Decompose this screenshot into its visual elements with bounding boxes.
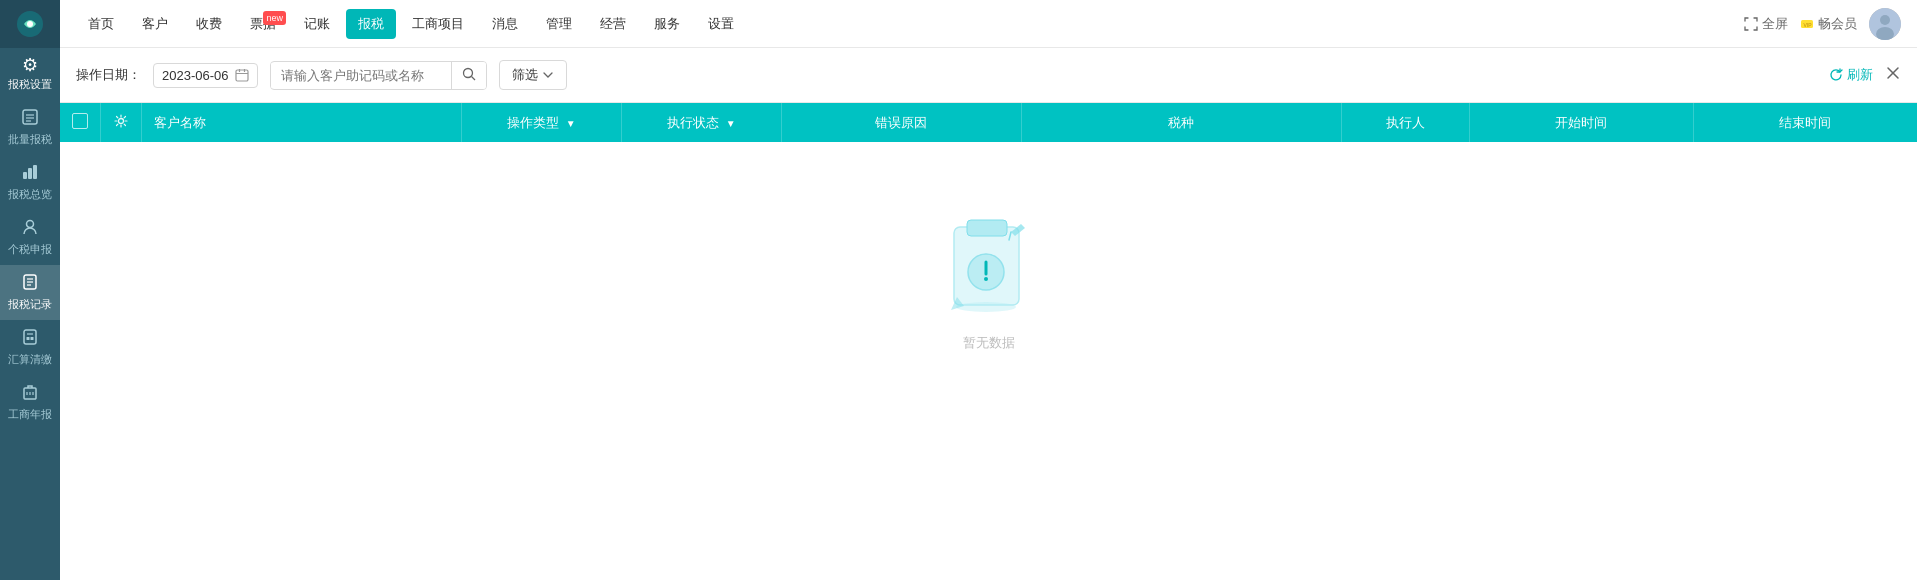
table-body: 暂无数据 (60, 142, 1917, 412)
nav-item-shezhi[interactable]: 设置 (696, 9, 746, 39)
filter-button[interactable]: 筛选 (499, 60, 567, 90)
sidebar-logo (0, 0, 60, 48)
nav-item-shoufei[interactable]: 收费 (184, 9, 234, 39)
table-header-row: 客户名称 操作类型 ▼ 执行状态 ▼ 错误原因 税种 执行人 开始时间 (60, 103, 1917, 142)
column-settings-icon (113, 113, 129, 129)
toolbar: 操作日期： 2023-06-06 (60, 48, 1917, 103)
sidebar-item-huisuan-jiaona[interactable]: 汇算清缴 (0, 320, 60, 375)
nav-item-piaoju[interactable]: 票据 new (238, 9, 288, 39)
vip-button[interactable]: VIP 畅会员 (1800, 15, 1857, 33)
avatar[interactable] (1869, 8, 1901, 40)
select-all-checkbox[interactable] (72, 113, 88, 129)
search-icon (462, 67, 476, 81)
sidebar-item-geshui-shenbao[interactable]: 个税申报 (0, 210, 60, 265)
avatar-image (1869, 8, 1901, 40)
th-start-time: 开始时间 (1469, 103, 1693, 142)
svg-rect-8 (33, 165, 37, 179)
th-error-reason: 错误原因 (781, 103, 1021, 142)
svg-point-42 (956, 302, 1016, 312)
svg-point-40 (984, 277, 988, 281)
nav-item-gongshang-xiangmu[interactable]: 工商项目 (400, 9, 476, 39)
building-icon (21, 383, 39, 404)
nav-item-guanli[interactable]: 管理 (534, 9, 584, 39)
empty-cell: 暂无数据 (60, 142, 1917, 412)
nav-item-jingying[interactable]: 经营 (588, 9, 638, 39)
search-box (270, 61, 487, 90)
nav-item-baoshui[interactable]: 报税 (346, 9, 396, 39)
empty-text: 暂无数据 (963, 334, 1015, 352)
sidebar-item-piliang-baoshui[interactable]: 批量报税 (0, 100, 60, 155)
empty-illustration (929, 202, 1049, 322)
svg-text:VIP: VIP (1804, 22, 1813, 28)
calendar-icon (235, 68, 249, 82)
chevron-down-icon (542, 69, 554, 81)
content: 操作日期： 2023-06-06 (60, 48, 1917, 580)
date-label: 操作日期： (76, 66, 141, 84)
th-checkbox[interactable] (60, 103, 101, 142)
nav-item-kehu[interactable]: 客户 (130, 9, 180, 39)
sidebar-item-baoshui-shezhi[interactable]: ⚙ 报税设置 (0, 48, 60, 100)
sidebar-item-baoshui-zonglam[interactable]: 报税总览 (0, 155, 60, 210)
filter-icon-operation: ▼ (566, 118, 576, 129)
th-operation-type[interactable]: 操作类型 ▼ (461, 103, 621, 142)
person-icon (21, 218, 39, 239)
svg-point-25 (1880, 15, 1890, 25)
close-icon (1885, 65, 1901, 81)
main-area: 首页 客户 收费 票据 new 记账 报税 工商项目 消息 管理 经营 服务 设… (60, 0, 1917, 580)
svg-line-32 (471, 76, 475, 80)
empty-row: 暂无数据 (60, 142, 1917, 412)
date-value: 2023-06-06 (162, 68, 229, 83)
svg-rect-17 (31, 337, 34, 340)
sidebar-item-gongshang-nianbao[interactable]: 工商年报 (0, 375, 60, 430)
vip-icon: VIP (1800, 17, 1814, 31)
overview-icon (21, 163, 39, 184)
fullscreen-button[interactable]: 全屏 (1744, 15, 1788, 33)
refresh-icon (1829, 68, 1843, 82)
th-executor: 执行人 (1341, 103, 1469, 142)
svg-point-9 (27, 221, 34, 228)
svg-rect-16 (27, 337, 30, 340)
svg-rect-37 (967, 220, 1007, 236)
th-settings[interactable] (101, 103, 142, 142)
sidebar-item-baoshui-jilu[interactable]: 报税记录 (0, 265, 60, 320)
nav-item-xiaoxi[interactable]: 消息 (480, 9, 530, 39)
sidebar: ⚙ 报税设置 批量报税 报税总览 (0, 0, 60, 580)
refresh-button[interactable]: 刷新 (1829, 66, 1873, 84)
search-button[interactable] (451, 62, 486, 89)
svg-rect-27 (236, 70, 248, 81)
th-end-time: 结束时间 (1693, 103, 1917, 142)
calc-icon (21, 328, 39, 349)
record-icon (21, 273, 39, 294)
svg-rect-7 (28, 168, 32, 179)
nav-item-shouye[interactable]: 首页 (76, 9, 126, 39)
svg-point-35 (119, 119, 124, 124)
empty-svg (929, 202, 1049, 322)
th-tax-type: 税种 (1021, 103, 1341, 142)
svg-rect-2 (23, 110, 37, 124)
empty-state: 暂无数据 (60, 142, 1917, 412)
nav-item-fuwu[interactable]: 服务 (642, 9, 692, 39)
topnav: 首页 客户 收费 票据 new 记账 报税 工商项目 消息 管理 经营 服务 设… (60, 0, 1917, 48)
topnav-right: 全屏 VIP 畅会员 (1744, 8, 1901, 40)
settings-icon: ⚙ (22, 56, 38, 74)
svg-rect-6 (23, 172, 27, 179)
th-customer-name: 客户名称 (142, 103, 462, 142)
fullscreen-icon (1744, 17, 1758, 31)
th-exec-status[interactable]: 执行状态 ▼ (621, 103, 781, 142)
new-badge: new (263, 11, 286, 25)
date-picker[interactable]: 2023-06-06 (153, 63, 258, 88)
svg-rect-14 (24, 330, 36, 344)
search-input[interactable] (271, 63, 451, 88)
filter-icon-status: ▼ (726, 118, 736, 129)
batch-icon (21, 108, 39, 129)
close-button[interactable] (1885, 65, 1901, 85)
svg-point-1 (27, 21, 33, 27)
table-container: 客户名称 操作类型 ▼ 执行状态 ▼ 错误原因 税种 执行人 开始时间 (60, 103, 1917, 580)
data-table: 客户名称 操作类型 ▼ 执行状态 ▼ 错误原因 税种 执行人 开始时间 (60, 103, 1917, 412)
svg-point-31 (463, 68, 472, 77)
nav-item-jizhang[interactable]: 记账 (292, 9, 342, 39)
topnav-items: 首页 客户 收费 票据 new 记账 报税 工商项目 消息 管理 经营 服务 设… (76, 9, 1744, 39)
